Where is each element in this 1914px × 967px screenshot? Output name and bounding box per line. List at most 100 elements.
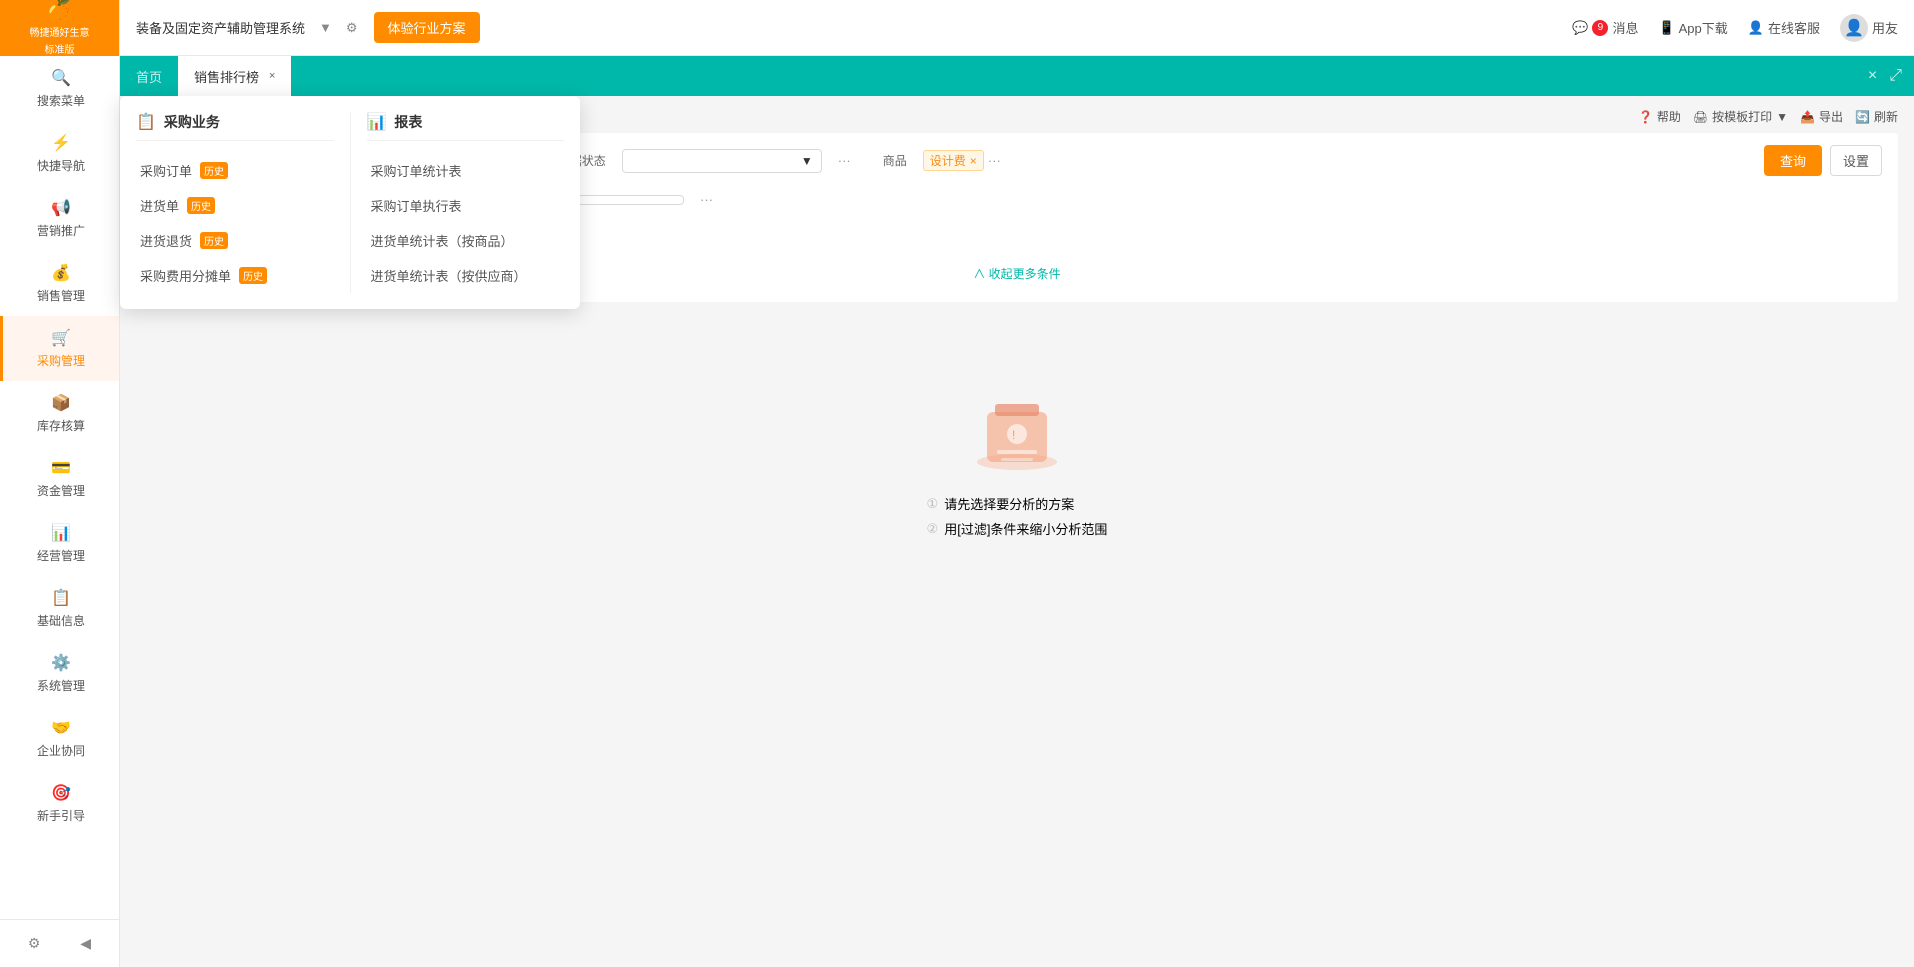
sidebar-item-label-marketing: 营销推广 — [37, 222, 85, 239]
sidebar-item-basic[interactable]: 📋 基础信息 — [0, 576, 119, 641]
user-label: 用友 — [1872, 18, 1898, 37]
app-icon: 📱 — [1658, 20, 1674, 36]
status-select[interactable]: ▼ — [622, 149, 822, 173]
user-avatar: 👤 — [1840, 14, 1868, 42]
collapse-icon: ∧ — [973, 267, 985, 281]
filter-actions: 查询 设置 — [1764, 145, 1882, 176]
purchase-order-exec-label: 采购订单执行表 — [371, 196, 462, 215]
message-label: 消息 — [1612, 18, 1638, 37]
sidebar-item-sales[interactable]: 💰 销售管理 — [0, 251, 119, 316]
tab-sales-rank[interactable]: 销售排行榜 × — [178, 56, 291, 96]
inbound-item[interactable]: 进货单 历史 — [136, 188, 334, 223]
topbar-right: 💬 9 消息 📱 App下载 👤 在线客服 👤 用友 — [1572, 14, 1898, 42]
sidebar-nav: 🔍 搜索菜单 ⚡ 快捷导航 📢 营销推广 💰 销售管理 🛒 采购管理 📦 库存核… — [0, 56, 119, 919]
export-btn[interactable]: 📤 导出 — [1800, 108, 1843, 125]
dropdown-menu: 📋 采购业务 采购订单 历史 进货单 历史 进货退货 历史 采购费用分摊单 历史 — [120, 96, 580, 309]
sidebar-item-label-operation: 经营管理 — [37, 547, 85, 564]
sidebar-item-finance[interactable]: 💳 资金管理 — [0, 446, 119, 511]
help-btn[interactable]: ❓ 帮助 — [1638, 108, 1681, 125]
help-icon: ❓ — [1638, 110, 1653, 124]
sidebar-item-purchase[interactable]: 🛒 采购管理 — [0, 316, 119, 381]
sidebar-item-search[interactable]: 🔍 搜索菜单 — [0, 56, 119, 121]
system-icon: ⚙️ — [51, 653, 71, 673]
app-logo: 🍊 畅捷通好生意 标准版 — [0, 0, 119, 56]
sidebar-footer: ⚙ ◀ — [0, 919, 119, 967]
footer-settings-btn[interactable]: ⚙ — [28, 935, 41, 952]
inbound-stat-goods-item[interactable]: 进货单统计表（按商品） — [367, 223, 565, 258]
sidebar-item-quicknav[interactable]: ⚡ 快捷导航 — [0, 121, 119, 186]
purchase-order-exec-item[interactable]: 采购订单执行表 — [367, 188, 565, 223]
tab-sales-rank-label: 销售排行榜 — [194, 67, 259, 86]
export-icon: 📤 — [1800, 110, 1815, 124]
dropdown-columns: 📋 采购业务 采购订单 历史 进货单 历史 进货退货 历史 采购费用分摊单 历史 — [136, 112, 564, 293]
goods-tag[interactable]: 设计费 × — [923, 150, 984, 171]
system-title: 装备及固定资产辅助管理系统 ▼ ⚙ — [136, 18, 358, 37]
empty-illustration: ! — [957, 382, 1077, 482]
hint1-text: 请先选择要分析的方案 — [944, 494, 1074, 513]
print-btn[interactable]: 🖨 按模板打印 ▼ — [1693, 108, 1788, 125]
search-icon: 🔍 — [51, 68, 71, 88]
expense-item[interactable]: 采购费用分摊单 历史 — [136, 258, 334, 293]
sidebar-item-label-quicknav: 快捷导航 — [37, 157, 85, 174]
empty-svg: ! — [957, 382, 1077, 482]
sales-icon: 💰 — [51, 263, 71, 283]
inbound-stat-supplier-item[interactable]: 进货单统计表（按供应商） — [367, 258, 565, 293]
settings-btn[interactable]: 设置 — [1830, 145, 1882, 176]
purchase-order-history: 历史 — [200, 162, 228, 179]
logo-version: 标准版 — [45, 41, 75, 56]
hint1-bullet: ① — [927, 496, 939, 512]
empty-hint-1: ① 请先选择要分析的方案 — [927, 494, 1108, 513]
sidebar-item-enterprise[interactable]: 🤝 企业协同 — [0, 706, 119, 771]
purchase-icon: 🛒 — [51, 328, 71, 348]
sidebar-item-operation[interactable]: 📊 经营管理 — [0, 511, 119, 576]
status-dropdown-icon: ▼ — [801, 154, 813, 168]
topbar-user[interactable]: 👤 用友 — [1840, 14, 1898, 42]
enterprise-icon: 🤝 — [51, 718, 71, 738]
goods-tag-close[interactable]: × — [970, 154, 977, 168]
tab-home[interactable]: 首页 — [120, 56, 178, 96]
system-dropdown-icon[interactable]: ▼ — [319, 20, 332, 35]
status-more[interactable]: ··· — [838, 153, 851, 168]
report-section-label: 报表 — [394, 112, 422, 132]
help-label: 帮助 — [1657, 108, 1681, 125]
print-dropdown-icon[interactable]: ▼ — [1776, 110, 1788, 124]
window-expand-btn[interactable]: ⤢ — [1885, 63, 1906, 89]
topbar-app[interactable]: 📱 App下载 — [1658, 18, 1727, 37]
goods-label: 商品 — [883, 152, 907, 169]
quicknav-icon: ⚡ — [51, 133, 71, 153]
purchase-order-stat-item[interactable]: 采购订单统计表 — [367, 153, 565, 188]
dropdown-col-purchase: 📋 采购业务 采购订单 历史 进货单 历史 进货退货 历史 采购费用分摊单 历史 — [136, 112, 334, 293]
system-settings-icon[interactable]: ⚙ — [346, 20, 358, 36]
sidebar-item-label-purchase: 采购管理 — [37, 352, 85, 369]
sidebar-item-marketing[interactable]: 📢 营销推广 — [0, 186, 119, 251]
sidebar-item-system[interactable]: ⚙️ 系统管理 — [0, 641, 119, 706]
purchase-order-item[interactable]: 采购订单 历史 — [136, 153, 334, 188]
service-label: 在线客服 — [1768, 18, 1820, 37]
empty-hints: ① 请先选择要分析的方案 ② 用[过滤]条件来缩小分析范围 — [927, 494, 1108, 538]
sidebar-item-label-enterprise: 企业协同 — [37, 742, 85, 759]
return-history: 历史 — [200, 232, 228, 249]
return-item[interactable]: 进货退货 历史 — [136, 223, 334, 258]
window-close-btn[interactable]: × — [1864, 63, 1881, 89]
goods-tag-label: 设计费 — [930, 152, 966, 169]
refresh-btn[interactable]: 🔄 刷新 — [1855, 108, 1898, 125]
query-btn[interactable]: 查询 — [1764, 145, 1822, 176]
basic-icon: 📋 — [51, 588, 71, 608]
sidebar-item-label-system: 系统管理 — [37, 677, 85, 694]
expense-history: 历史 — [239, 267, 267, 284]
message-icon: 💬 — [1572, 20, 1588, 36]
goods-more[interactable]: ··· — [988, 153, 1001, 168]
sidebar-item-label-sales: 销售管理 — [37, 287, 85, 304]
tab-sales-rank-close[interactable]: × — [269, 70, 275, 82]
topbar-service[interactable]: 👤 在线客服 — [1748, 18, 1820, 37]
sidebar-item-inventory[interactable]: 📦 库存核算 — [0, 381, 119, 446]
sidebar: 🍊 畅捷通好生意 标准版 🔍 搜索菜单 ⚡ 快捷导航 📢 营销推广 💰 销售管理… — [0, 0, 120, 967]
finance-icon: 💳 — [51, 458, 71, 478]
salesman-more[interactable]: ··· — [700, 192, 713, 207]
print-icon: 🖨 — [1693, 110, 1708, 124]
topbar-message[interactable]: 💬 9 消息 — [1572, 18, 1638, 37]
sidebar-item-guide[interactable]: 🎯 新手引导 — [0, 771, 119, 836]
footer-collapse-btn[interactable]: ◀ — [80, 935, 91, 952]
print-label: 按模板打印 — [1712, 108, 1772, 125]
industry-btn[interactable]: 体验行业方案 — [374, 12, 480, 43]
